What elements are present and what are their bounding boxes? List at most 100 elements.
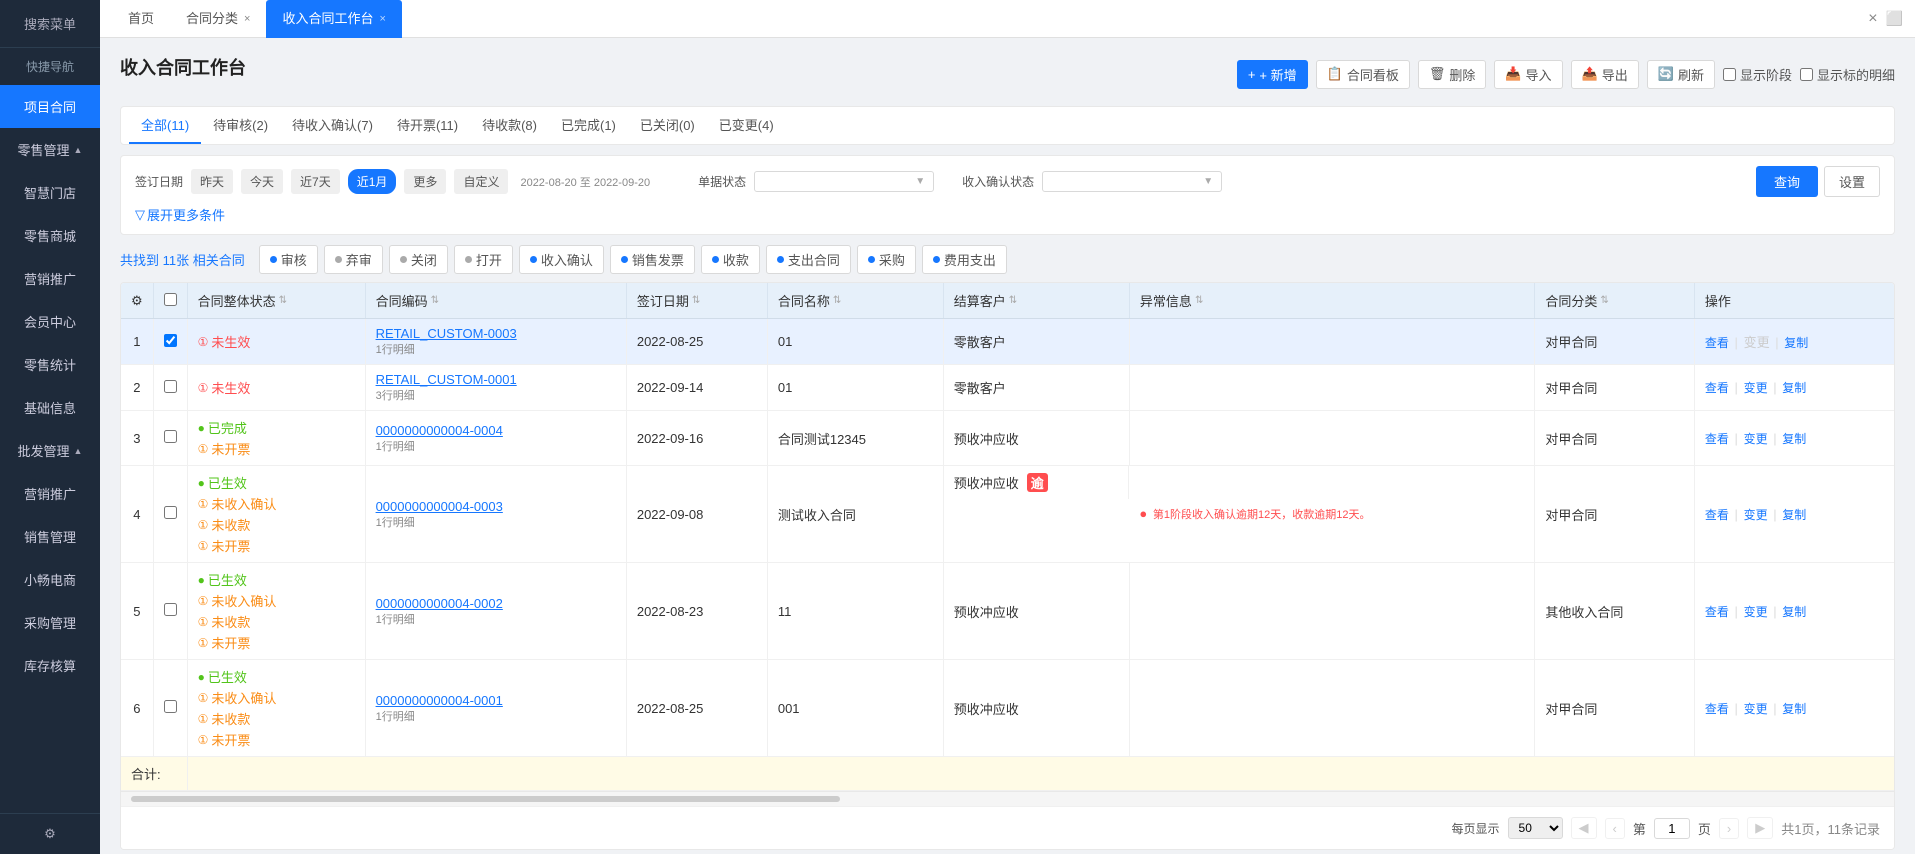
sidebar-item-member[interactable]: 会员中心 [0, 300, 100, 343]
query-button[interactable]: 查询 [1756, 166, 1818, 197]
close-button[interactable]: 关闭 [389, 245, 448, 274]
row-checkbox[interactable] [153, 365, 187, 411]
status-tab-closed[interactable]: 已关闭(0) [628, 107, 707, 144]
table-scroll[interactable]: ⚙ 合同整体状态 ⇅ 合同编码 ⇅ [121, 283, 1894, 791]
view-btn-1[interactable]: 查看 [1705, 336, 1729, 350]
row-checkbox-6[interactable] [164, 700, 177, 713]
show-segment-checkbox-label[interactable]: 显示阶段 [1723, 65, 1792, 84]
sidebar-item-marketing[interactable]: 营销推广 [0, 257, 100, 300]
row-checkbox[interactable] [153, 660, 187, 757]
tab-contract-category-close[interactable]: × [244, 0, 250, 38]
view-btn-5[interactable]: 查看 [1705, 605, 1729, 619]
expense-payment-button[interactable]: 费用支出 [922, 245, 1007, 274]
sidebar-item-xiaochang[interactable]: 小畅电商 [0, 558, 100, 601]
income-confirm-select[interactable]: ▼ [1042, 171, 1222, 192]
export-button[interactable]: 📤 导出 [1571, 60, 1639, 89]
status-tab-changed[interactable]: 已变更(4) [707, 107, 786, 144]
set-button[interactable]: 设置 [1824, 166, 1880, 197]
sidebar-settings[interactable]: ⚙ [0, 813, 100, 854]
audit-button[interactable]: 审核 [259, 245, 318, 274]
status-tab-pending-income-confirm[interactable]: 待收入确认(7) [280, 107, 385, 144]
sidebar-item-retail-mgmt[interactable]: 零售管理 ▲ [0, 128, 100, 171]
sidebar-item-sales-mgmt[interactable]: 销售管理 [0, 515, 100, 558]
sidebar-item-inventory[interactable]: 库存核算 [0, 644, 100, 687]
delete-button[interactable]: 🗑 删除 [1418, 60, 1487, 89]
row-checkbox-2[interactable] [164, 380, 177, 393]
sidebar-search[interactable]: 搜索菜单 [0, 0, 100, 48]
select-all-checkbox[interactable] [164, 293, 177, 306]
sidebar-item-retail-mall[interactable]: 零售商城 [0, 214, 100, 257]
expand-conditions-button[interactable]: ▽ 展开更多条件 [135, 205, 1880, 224]
contract-board-button[interactable]: 📋 合同看板 [1316, 60, 1410, 89]
next-page-button[interactable]: › [1719, 818, 1739, 839]
view-btn-4[interactable]: 查看 [1705, 508, 1729, 522]
sidebar-item-base-info[interactable]: 基础信息 [0, 386, 100, 429]
refresh-button[interactable]: 🔄 刷新 [1647, 60, 1715, 89]
th-sign-date[interactable]: 签订日期 ⇅ [626, 283, 767, 319]
copy-btn-4[interactable]: 复制 [1782, 508, 1806, 522]
change-btn-4[interactable]: 变更 [1744, 508, 1768, 522]
contract-code-link-1[interactable]: RETAIL_CUSTOM-0003 [376, 326, 517, 341]
row-checkbox[interactable] [153, 466, 187, 563]
collection-button[interactable]: 收款 [701, 245, 760, 274]
window-maximize-icon[interactable]: ⬜ [1886, 10, 1903, 27]
status-tab-pending-review[interactable]: 待审核(2) [201, 107, 280, 144]
abandon-button[interactable]: 弃审 [324, 245, 383, 274]
th-checkbox[interactable] [153, 283, 187, 319]
status-tab-all[interactable]: 全部(11) [129, 107, 201, 144]
sidebar-item-project[interactable]: 项目合同 [0, 85, 100, 128]
import-button[interactable]: 📥 导入 [1494, 60, 1562, 89]
contract-code-link-3[interactable]: 0000000000004-0004 [376, 423, 503, 438]
row-checkbox[interactable] [153, 563, 187, 660]
new-button[interactable]: + + 新增 [1237, 60, 1308, 89]
contract-code-link-4[interactable]: 0000000000004-0003 [376, 499, 503, 514]
show-marked-detail-checkbox-label[interactable]: 显示标的明细 [1800, 65, 1895, 84]
th-contract-code[interactable]: 合同编码 ⇅ [365, 283, 626, 319]
purchase-button[interactable]: 采购 [857, 245, 916, 274]
tab-income-workbench-close[interactable]: × [379, 0, 385, 38]
tab-home[interactable]: 首页 [112, 0, 170, 38]
copy-btn-6[interactable]: 复制 [1782, 702, 1806, 716]
filter-7days[interactable]: 近7天 [291, 169, 340, 194]
row-checkbox-5[interactable] [164, 603, 177, 616]
sidebar-item-purchase-mgmt[interactable]: 采购管理 [0, 601, 100, 644]
sales-invoice-button[interactable]: 销售发票 [610, 245, 695, 274]
income-confirm-button[interactable]: 收入确认 [519, 245, 604, 274]
change-btn-5[interactable]: 变更 [1744, 605, 1768, 619]
sidebar-item-retail-stats[interactable]: 零售统计 [0, 343, 100, 386]
status-tab-pending-payment[interactable]: 待收款(8) [470, 107, 549, 144]
view-btn-6[interactable]: 查看 [1705, 702, 1729, 716]
change-btn-2[interactable]: 变更 [1744, 381, 1768, 395]
doc-status-select[interactable]: ▼ [754, 171, 934, 192]
row-checkbox-3[interactable] [164, 430, 177, 443]
window-close-icon[interactable]: × [1868, 10, 1877, 28]
th-contract-name[interactable]: 合同名称 ⇅ [767, 283, 943, 319]
contract-code-link-2[interactable]: RETAIL_CUSTOM-0001 [376, 372, 517, 387]
filter-1month[interactable]: 近1月 [348, 169, 397, 194]
th-overall-status[interactable]: 合同整体状态 ⇅ [187, 283, 365, 319]
page-size-select[interactable]: 20 50 100 [1508, 817, 1563, 839]
tab-contract-category[interactable]: 合同分类 × [170, 0, 266, 38]
sidebar-item-batch-mgmt[interactable]: 批发管理 ▲ [0, 429, 100, 472]
change-btn-6[interactable]: 变更 [1744, 702, 1768, 716]
view-btn-3[interactable]: 查看 [1705, 432, 1729, 446]
status-tab-completed[interactable]: 已完成(1) [549, 107, 628, 144]
filter-yesterday[interactable]: 昨天 [191, 169, 233, 194]
show-segment-checkbox[interactable] [1723, 68, 1736, 81]
tab-income-workbench[interactable]: 收入合同工作台 × [266, 0, 401, 38]
row-checkbox[interactable] [153, 319, 187, 365]
status-tab-pending-invoice[interactable]: 待开票(11) [385, 107, 470, 144]
view-btn-2[interactable]: 查看 [1705, 381, 1729, 395]
expense-contract-button[interactable]: 支出合同 [766, 245, 851, 274]
copy-btn-2[interactable]: 复制 [1782, 381, 1806, 395]
change-btn-3[interactable]: 变更 [1744, 432, 1768, 446]
th-exception-info[interactable]: 异常信息 ⇅ [1129, 283, 1534, 319]
copy-btn-1[interactable]: 复制 [1784, 336, 1808, 350]
row-checkbox-4[interactable] [164, 506, 177, 519]
th-settlement-customer[interactable]: 结算客户 ⇅ [943, 283, 1129, 319]
first-page-button[interactable]: ◀ [1571, 817, 1597, 839]
th-settings[interactable]: ⚙ [121, 283, 153, 319]
copy-btn-5[interactable]: 复制 [1782, 605, 1806, 619]
row-checkbox-1[interactable] [164, 334, 177, 347]
contract-code-link-5[interactable]: 0000000000004-0002 [376, 596, 503, 611]
